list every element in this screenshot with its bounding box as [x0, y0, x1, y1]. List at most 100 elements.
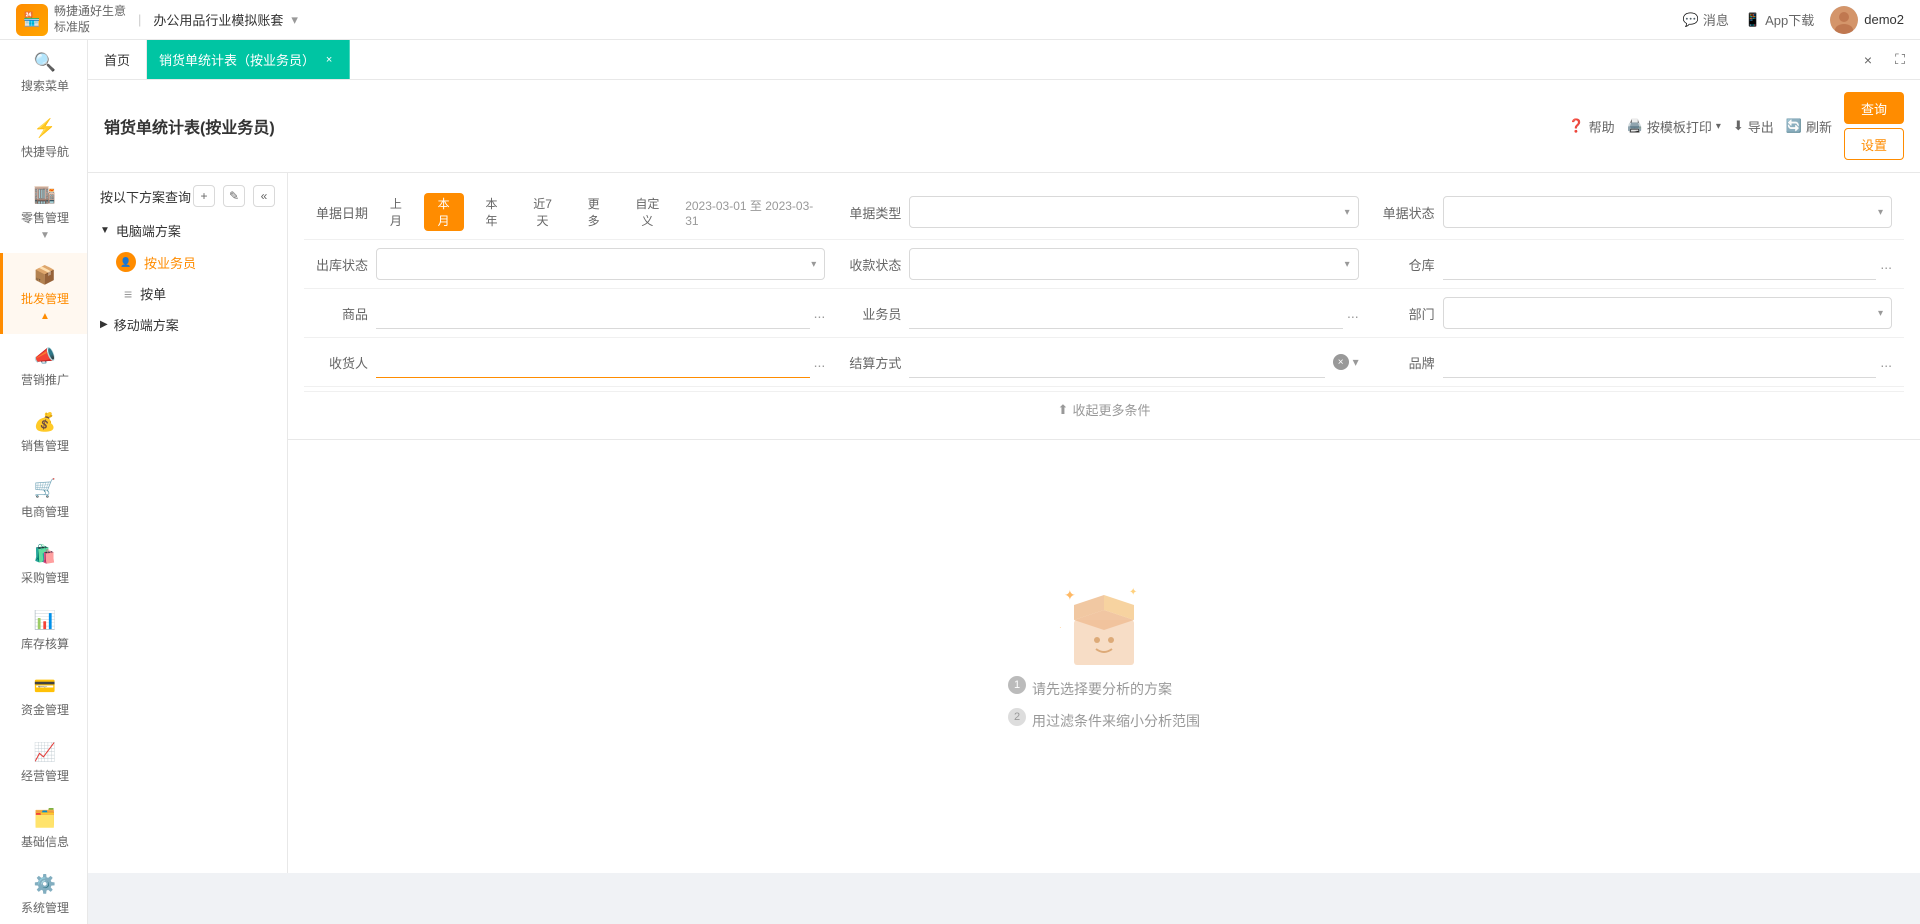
desktop-scheme-header[interactable]: ▼ 电脑端方案 — [88, 215, 287, 246]
receiver-filter-cell: 收货人 ... — [304, 338, 837, 387]
settlement-filter-cell: 结算方式 × ▾ — [837, 338, 1370, 387]
sidebar-item-retail[interactable]: 🏬 零售管理 ▼ — [0, 172, 87, 253]
mobile-scheme-section[interactable]: ▶ 移动端方案 — [88, 309, 287, 340]
step2-number: 2 — [1008, 708, 1026, 726]
purchase-icon: 🛍️ — [34, 544, 56, 565]
settlement-clear-button[interactable]: × — [1333, 354, 1349, 370]
doc-status-select[interactable]: ▾ — [1443, 196, 1892, 228]
custom-date-button[interactable]: 自定义 — [622, 193, 674, 231]
payment-status-arrow: ▾ — [1345, 259, 1350, 270]
last7days-button[interactable]: 近7天 — [519, 193, 565, 231]
receiver-dots[interactable]: ... — [814, 354, 826, 370]
tab-bar-actions: × ⛶ — [1856, 48, 1920, 72]
settings-button[interactable]: 设置 — [1844, 128, 1904, 160]
doc-status-arrow: ▾ — [1878, 207, 1883, 218]
export-icon: ⬇ — [1733, 118, 1744, 134]
breadcrumb-arrow[interactable]: ▾ — [291, 12, 298, 28]
sidebar-item-purchase[interactable]: 🛍️ 采购管理 — [0, 532, 87, 598]
brand-dots[interactable]: ... — [1880, 354, 1892, 370]
marketing-icon: 📣 — [34, 346, 56, 367]
tab-current[interactable]: 销货单统计表（按业务员） × — [147, 40, 350, 79]
step1-text: 请先选择要分析的方案 — [1032, 675, 1172, 703]
scheme-icon: 👤 — [116, 252, 136, 272]
step2-text: 用过滤条件来缩小分析范围 — [1032, 707, 1200, 735]
doc-type-select[interactable]: ▾ — [909, 196, 1358, 228]
print-arrow: ▾ — [1716, 121, 1721, 132]
doc-type-filter-cell: 单据类型 ▾ — [837, 185, 1370, 240]
right-panel: 单据日期 上月 本月 本年 近7天 更多 — [288, 173, 1920, 873]
logo-icon: 🏪 — [16, 4, 48, 36]
doc-type-arrow: ▾ — [1345, 207, 1350, 218]
help-button[interactable]: ❓ 帮助 — [1568, 117, 1614, 136]
print-button[interactable]: 🖨️ 按模板打印 ▾ — [1627, 117, 1721, 136]
app-download-button[interactable]: 📱 App下载 — [1745, 10, 1814, 29]
sidebar-item-wholesale[interactable]: 📦 批发管理 ▲ — [0, 253, 87, 334]
refresh-button[interactable]: 🔄 刷新 — [1786, 117, 1832, 136]
warehouse-dots[interactable]: ... — [1880, 256, 1892, 272]
department-label: 部门 — [1383, 304, 1443, 323]
edit-icon: ✎ — [229, 189, 239, 203]
sidebar-item-system[interactable]: ⚙️ 系统管理 — [0, 862, 87, 924]
sidebar-item-operations[interactable]: 📈 经营管理 — [0, 730, 87, 796]
placeholder-illustration: ✦ ✦ · — [1054, 575, 1154, 675]
logo-text: 畅捷通好生意 标准版 — [54, 4, 126, 35]
help-icon: ❓ — [1568, 118, 1584, 134]
chevron-right-icon: ▶ — [100, 319, 108, 330]
collapse-panel-button[interactable]: « — [253, 185, 275, 207]
app-logo: 🏪 畅捷通好生意 标准版 — [16, 4, 126, 36]
sidebar-item-inventory[interactable]: 📊 库存核算 — [0, 598, 87, 664]
print-icon: 🖨️ — [1627, 118, 1643, 134]
settlement-label: 结算方式 — [849, 353, 909, 372]
content-placeholder: ✦ ✦ · 1 — [288, 440, 1920, 873]
this-year-button[interactable]: 本年 — [472, 193, 512, 231]
filter-area: 单据日期 上月 本月 本年 近7天 更多 — [288, 173, 1920, 440]
sidebar-item-finance[interactable]: 💳 资金管理 — [0, 664, 87, 730]
scheme-item-by-salesman[interactable]: 👤 按业务员 — [88, 246, 287, 278]
tab-close-button[interactable]: × — [321, 52, 337, 68]
page-title: 销货单统计表(按业务员) — [104, 114, 275, 138]
step1-number: 1 — [1008, 676, 1026, 694]
sidebar-item-ecommerce[interactable]: 🛒 电商管理 — [0, 466, 87, 532]
payment-status-select[interactable]: ▾ — [909, 248, 1358, 280]
svg-text:·: · — [1059, 623, 1062, 632]
department-filter-cell: 部门 ▾ — [1371, 289, 1904, 338]
scheme-sub-item-by-order[interactable]: ≡ 按单 — [88, 278, 287, 309]
goods-dots[interactable]: ... — [814, 305, 826, 321]
message-icon: 💬 — [1683, 12, 1699, 28]
date-label: 单据日期 — [316, 203, 376, 222]
avatar — [1830, 6, 1858, 34]
date-filter-cell: 单据日期 上月 本月 本年 近7天 更多 — [304, 185, 837, 240]
user-profile[interactable]: demo2 — [1830, 6, 1904, 34]
message-button[interactable]: 💬 消息 — [1683, 10, 1729, 29]
sidebar-item-marketing[interactable]: 📣 营销推广 — [0, 334, 87, 400]
more-date-button[interactable]: 更多 — [574, 193, 614, 231]
add-scheme-button[interactable]: + — [193, 185, 215, 207]
basic-icon: 🗂️ — [34, 808, 56, 829]
sidebar: 🔍 搜索菜单 ⚡ 快捷导航 🏬 零售管理 ▼ 📦 批发管理 ▲ 📣 营销推广 — [0, 40, 88, 924]
brand-label: 品牌 — [1383, 353, 1443, 372]
page-header: 销货单统计表(按业务员) ❓ 帮助 🖨️ 按模板打印 ▾ — [88, 80, 1920, 173]
close-window-button[interactable]: × — [1856, 48, 1880, 72]
tab-home[interactable]: 首页 — [88, 40, 147, 79]
last-month-button[interactable]: 上月 — [376, 193, 416, 231]
out-status-select[interactable]: ▾ — [376, 248, 825, 280]
collapse-button[interactable]: ⬆ 收起更多条件 — [304, 392, 1904, 427]
edit-scheme-button[interactable]: ✎ — [223, 185, 245, 207]
salesman-dots[interactable]: ... — [1347, 305, 1359, 321]
sidebar-item-sales[interactable]: 💰 销售管理 — [0, 400, 87, 466]
left-panel-title: 按以下方案查询 — [100, 187, 191, 206]
collapse-icon: ⬆ — [1058, 402, 1069, 418]
sidebar-item-quick[interactable]: ⚡ 快捷导航 — [0, 106, 87, 172]
this-month-button[interactable]: 本月 — [424, 193, 464, 231]
receiver-input[interactable] — [376, 346, 810, 378]
out-status-label: 出库状态 — [316, 255, 376, 274]
export-button[interactable]: ⬇ 导出 — [1733, 117, 1774, 136]
salesman-label: 业务员 — [849, 304, 909, 323]
department-select[interactable]: ▾ — [1443, 297, 1892, 329]
query-button[interactable]: 查询 — [1844, 92, 1904, 124]
system-icon: ⚙️ — [34, 874, 56, 895]
sidebar-item-search[interactable]: 🔍 搜索菜单 — [0, 40, 87, 106]
sidebar-item-basic[interactable]: 🗂️ 基础信息 — [0, 796, 87, 862]
warehouse-filter-cell: 仓库 ... — [1371, 240, 1904, 289]
maximize-button[interactable]: ⛶ — [1888, 48, 1912, 72]
